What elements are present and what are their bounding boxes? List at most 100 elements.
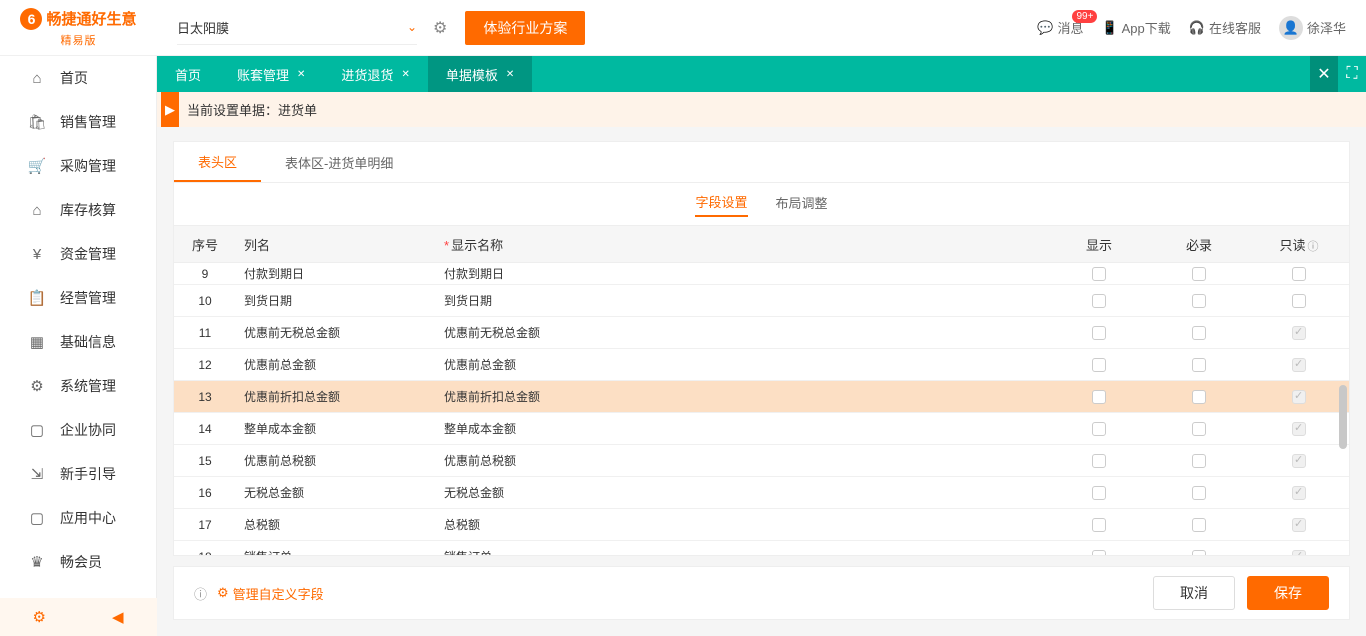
logo[interactable]: 6 畅捷通好生意 精易版 <box>0 8 157 48</box>
checkbox-req[interactable] <box>1192 518 1206 532</box>
sidebar-settings-button[interactable]: ⚙ <box>0 598 79 636</box>
try-industry-button[interactable]: 体验行业方案 <box>465 11 585 45</box>
table-row[interactable]: 14整单成本金额整单成本金额 <box>174 413 1349 445</box>
col-header-show: 显示 <box>1049 235 1149 254</box>
checkbox-show[interactable] <box>1092 422 1106 436</box>
sidebar-item-label: 畅会员 <box>60 552 102 572</box>
cell-name: 总税额 <box>236 516 436 533</box>
checkbox-show[interactable] <box>1092 454 1106 468</box>
checkbox-show[interactable] <box>1092 550 1106 555</box>
tab-close-icon[interactable]: ✕ <box>297 69 305 80</box>
sidebar-item-3[interactable]: ⌂库存核算 <box>0 188 156 232</box>
checkbox-show[interactable] <box>1092 518 1106 532</box>
table-row[interactable]: 16无税总金额无税总金额 <box>174 477 1349 509</box>
cancel-button[interactable]: 取消 <box>1153 576 1235 610</box>
tab-close-icon[interactable]: ✕ <box>506 69 514 80</box>
table-row[interactable]: 18销售订单销售订单 <box>174 541 1349 555</box>
sidebar-bottom: ⚙ ◀︎ <box>0 598 157 636</box>
tab-0[interactable]: 首页 <box>157 56 219 92</box>
checkbox-readonly <box>1292 486 1306 500</box>
checkbox-req[interactable] <box>1192 454 1206 468</box>
sidebar-item-2[interactable]: 🛒采购管理 <box>0 144 156 188</box>
scrollbar-thumb[interactable] <box>1339 385 1347 449</box>
sidebar-item-8[interactable]: ▢企业协同 <box>0 408 156 452</box>
sidebar-item-10[interactable]: ▢应用中心 <box>0 496 156 540</box>
cell-show <box>1049 293 1149 308</box>
sidebar-item-label: 首页 <box>60 68 88 88</box>
table-row[interactable]: 10到货日期到货日期 <box>174 285 1349 317</box>
col-header-disp: *显示名称 <box>436 235 1049 254</box>
sidebar-item-label: 采购管理 <box>60 156 116 176</box>
checkbox-show[interactable] <box>1092 326 1106 340</box>
sidebar-item-1[interactable]: 🛍销售管理 <box>0 100 156 144</box>
checkbox-readonly <box>1292 390 1306 404</box>
checkbox-show[interactable] <box>1092 294 1106 308</box>
tab-header-area[interactable]: 表头区 <box>174 142 261 182</box>
tab-expand-button[interactable]: ⛶ <box>1338 56 1366 92</box>
table-row[interactable]: 17总税额总税额 <box>174 509 1349 541</box>
tab-1[interactable]: 账套管理 ✕ <box>219 56 323 92</box>
checkbox-req[interactable] <box>1192 390 1206 404</box>
table-row[interactable]: 11优惠前无税总金额优惠前无税总金额 <box>174 317 1349 349</box>
tab-label: 进货退货 <box>341 65 393 84</box>
subtab-layout-adjust[interactable]: 布局调整 <box>776 193 828 216</box>
sidebar-item-5[interactable]: 📋经营管理 <box>0 276 156 320</box>
checkbox-req[interactable] <box>1192 486 1206 500</box>
footer-link-text: 管理自定义字段 <box>233 584 324 603</box>
sidebar-item-7[interactable]: ⚙系统管理 <box>0 364 156 408</box>
checkbox-req[interactable] <box>1192 358 1206 372</box>
checkbox-req[interactable] <box>1192 550 1206 555</box>
cell-seq: 13 <box>174 390 236 404</box>
sidebar-item-label: 库存核算 <box>60 200 116 220</box>
checkbox-show[interactable] <box>1092 486 1106 500</box>
sidebar-item-11[interactable]: ♛畅会员 <box>0 540 156 584</box>
sidebar-item-4[interactable]: ¥资金管理 <box>0 232 156 276</box>
top-header: 6 畅捷通好生意 精易版 日太阳膜 ⌄ ⚙ 体验行业方案 💬 消息 99+ 📱 … <box>0 0 1366 56</box>
table-row[interactable]: 9付款到期日付款到期日 <box>174 263 1349 285</box>
cell-name: 优惠前总税额 <box>236 452 436 469</box>
table-row[interactable]: 15优惠前总税额优惠前总税额 <box>174 445 1349 477</box>
table-row[interactable]: 13优惠前折扣总金额优惠前折扣总金额 <box>174 381 1349 413</box>
tab-actions: ✕ ⛶ <box>1310 56 1366 92</box>
cell-disp: 优惠前折扣总金额 <box>436 388 1049 405</box>
sidebar-item-6[interactable]: ▦基础信息 <box>0 320 156 364</box>
checkbox-req[interactable] <box>1192 326 1206 340</box>
cell-readonly <box>1249 389 1349 404</box>
checkbox-req[interactable] <box>1192 294 1206 308</box>
settings-gear-icon[interactable]: ⚙ <box>433 18 447 38</box>
logo-sub: 精易版 <box>61 32 97 48</box>
sidebar-item-label: 经营管理 <box>60 288 116 308</box>
company-dropdown[interactable]: 日太阳膜 ⌄ <box>177 11 417 45</box>
checkbox-req[interactable] <box>1192 422 1206 436</box>
sidebar-collapse-button[interactable]: ◀︎ <box>79 598 158 636</box>
help-icon[interactable]: ⓘ <box>1308 241 1319 253</box>
tab-close-all-button[interactable]: ✕ <box>1310 56 1338 92</box>
messages-button[interactable]: 💬 消息 99+ <box>1037 18 1083 37</box>
save-button[interactable]: 保存 <box>1247 576 1329 610</box>
sidebar-icon: ⚙ <box>28 377 46 395</box>
checkbox-show[interactable] <box>1092 358 1106 372</box>
user-menu[interactable]: 👤 徐泽华 <box>1279 16 1346 40</box>
tab-close-icon[interactable]: ✕ <box>401 69 409 80</box>
service-label: 在线客服 <box>1209 18 1261 37</box>
tab-body-area[interactable]: 表体区-进货单明细 <box>261 142 417 182</box>
tab-label: 账套管理 <box>237 65 289 84</box>
cell-seq: 15 <box>174 454 236 468</box>
subtab-field-settings[interactable]: 字段设置 <box>695 192 747 217</box>
checkbox-readonly[interactable] <box>1292 267 1306 281</box>
app-download-button[interactable]: 📱 App下载 <box>1101 18 1170 37</box>
checkbox-show[interactable] <box>1092 267 1106 281</box>
sidebar-item-0[interactable]: ⌂首页 <box>0 56 156 100</box>
checkbox-req[interactable] <box>1192 267 1206 281</box>
tab-2[interactable]: 进货退货 ✕ <box>323 56 427 92</box>
sidebar-icon: ▢ <box>28 421 46 439</box>
notice-arrow-icon: ▶ <box>161 92 179 127</box>
manage-custom-fields-link[interactable]: ⓘ ⚙ 管理自定义字段 <box>194 584 324 603</box>
checkbox-show[interactable] <box>1092 390 1106 404</box>
checkbox-readonly[interactable] <box>1292 294 1306 308</box>
sidebar-item-9[interactable]: ⇲新手引导 <box>0 452 156 496</box>
table-row[interactable]: 12优惠前总金额优惠前总金额 <box>174 349 1349 381</box>
customer-service-button[interactable]: 🎧 在线客服 <box>1189 18 1261 37</box>
cell-seq: 12 <box>174 358 236 372</box>
tab-3[interactable]: 单据模板✕ <box>428 56 532 92</box>
